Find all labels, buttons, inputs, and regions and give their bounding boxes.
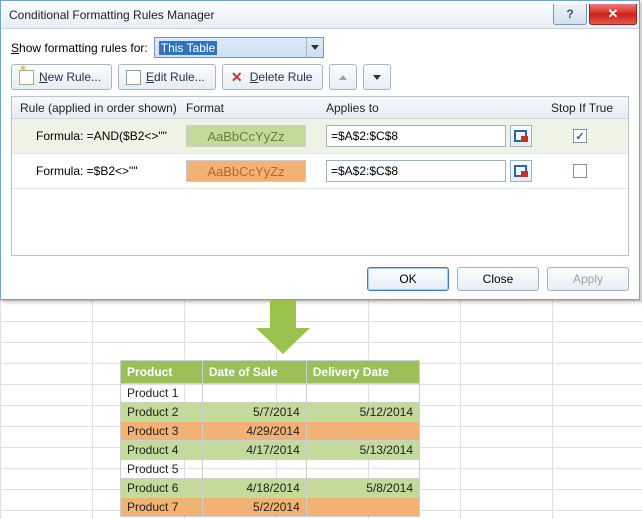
- table-cell[interactable]: [306, 384, 419, 403]
- format-preview: AaBbCcYyZz: [186, 125, 306, 147]
- table-row[interactable]: Product 5: [121, 460, 420, 479]
- table-cell[interactable]: [306, 460, 419, 479]
- table-cell[interactable]: Product 3: [121, 422, 203, 441]
- table-row[interactable]: Product 44/17/20145/13/2014: [121, 441, 420, 460]
- table-cell[interactable]: Product 2: [121, 403, 203, 422]
- window-buttons: ? ✕: [553, 4, 637, 26]
- table-row[interactable]: Product 25/7/20145/12/2014: [121, 403, 420, 422]
- rule-row[interactable]: Formula: =AND($B2<>"" AaBbCcYyZz: [12, 119, 628, 154]
- close-icon: ✕: [608, 6, 619, 22]
- table-cell[interactable]: Product 6: [121, 479, 203, 498]
- range-selector-icon: [514, 130, 528, 142]
- chevron-down-icon: [373, 75, 381, 80]
- applies-to-input[interactable]: [326, 125, 506, 147]
- table-cell[interactable]: 5/12/2014: [306, 403, 419, 422]
- table-row[interactable]: Product 75/2/2014: [121, 498, 420, 517]
- scope-row: Show formatting rules for: This Table: [11, 37, 629, 58]
- result-table: ProductDate of SaleDelivery Date Product…: [120, 360, 420, 517]
- move-up-button[interactable]: [329, 64, 357, 90]
- table-cell[interactable]: Product 5: [121, 460, 203, 479]
- table-cell[interactable]: 5/13/2014: [306, 441, 419, 460]
- format-preview: AaBbCcYyZz: [186, 160, 306, 182]
- range-selector-button[interactable]: [510, 125, 532, 147]
- table-cell[interactable]: [306, 498, 419, 517]
- delete-rule-button[interactable]: ✕ Delete Rule: [222, 64, 324, 90]
- rule-row[interactable]: Formula: =$B2<>"" AaBbCcYyZz: [12, 154, 628, 189]
- scope-label: Show formatting rules for:: [11, 41, 148, 55]
- table-header-cell: Date of Sale: [202, 361, 306, 384]
- close-button[interactable]: Close: [457, 267, 539, 291]
- rules-list: Rule (applied in order shown) Format App…: [11, 96, 629, 256]
- apply-button[interactable]: Apply: [547, 267, 629, 291]
- range-selector-button[interactable]: [510, 160, 532, 182]
- table-cell[interactable]: Product 1: [121, 384, 203, 403]
- table-cell[interactable]: 4/17/2014: [202, 441, 306, 460]
- table-header-cell: Product: [121, 361, 203, 384]
- delete-rule-icon: ✕: [229, 69, 245, 85]
- table-cell[interactable]: Product 7: [121, 498, 203, 517]
- table-row[interactable]: Product 1: [121, 384, 420, 403]
- chevron-up-icon: [339, 75, 347, 80]
- dialog-footer: OK Close Apply: [367, 267, 629, 291]
- dialog-body: Show formatting rules for: This Table Ne…: [1, 29, 639, 264]
- applies-to-input[interactable]: [326, 160, 506, 182]
- arrow-down-illustration: [256, 300, 310, 358]
- col-header-rule: Rule (applied in order shown): [12, 101, 182, 115]
- dialog-title: Conditional Formatting Rules Manager: [9, 8, 214, 22]
- range-selector-icon: [514, 165, 528, 177]
- table-cell[interactable]: [306, 422, 419, 441]
- chevron-down-icon: [306, 38, 323, 57]
- table-cell[interactable]: 4/29/2014: [202, 422, 306, 441]
- col-header-format: Format: [182, 101, 322, 115]
- table-header-cell: Delivery Date: [306, 361, 419, 384]
- table-cell[interactable]: 4/18/2014: [202, 479, 306, 498]
- col-header-applies: Applies to: [322, 101, 547, 115]
- table-cell[interactable]: [202, 384, 306, 403]
- col-header-stop: Stop If True: [547, 101, 628, 115]
- move-down-button[interactable]: [363, 64, 391, 90]
- new-rule-button[interactable]: New Rule...: [11, 64, 112, 90]
- rules-toolbar: New Rule... Edit Rule... ✕ Delete Rule: [11, 64, 629, 90]
- table-cell[interactable]: 5/8/2014: [306, 479, 419, 498]
- stop-if-true-checkbox[interactable]: [573, 129, 587, 143]
- cf-rules-manager-dialog: Conditional Formatting Rules Manager ? ✕…: [0, 0, 640, 300]
- scope-selected-value: This Table: [159, 41, 217, 55]
- table-cell[interactable]: 5/7/2014: [202, 403, 306, 422]
- scope-combobox[interactable]: This Table: [154, 37, 324, 58]
- table-cell[interactable]: [202, 460, 306, 479]
- rule-formula: Formula: =$B2<>"": [12, 164, 182, 178]
- edit-rule-button[interactable]: Edit Rule...: [118, 64, 216, 90]
- close-window-button[interactable]: ✕: [589, 4, 637, 25]
- ok-button[interactable]: OK: [367, 267, 449, 291]
- rule-formula: Formula: =AND($B2<>"": [12, 129, 182, 143]
- help-button[interactable]: ?: [553, 4, 587, 25]
- edit-rule-icon: [125, 69, 141, 85]
- table-row[interactable]: Product 34/29/2014: [121, 422, 420, 441]
- dialog-titlebar: Conditional Formatting Rules Manager ? ✕: [1, 1, 639, 29]
- table-cell[interactable]: 5/2/2014: [202, 498, 306, 517]
- help-icon: ?: [566, 7, 573, 21]
- stop-if-true-checkbox[interactable]: [573, 164, 587, 178]
- table-cell[interactable]: Product 4: [121, 441, 203, 460]
- table-row[interactable]: Product 64/18/20145/8/2014: [121, 479, 420, 498]
- rules-header-row: Rule (applied in order shown) Format App…: [12, 97, 628, 119]
- new-rule-icon: [18, 69, 34, 85]
